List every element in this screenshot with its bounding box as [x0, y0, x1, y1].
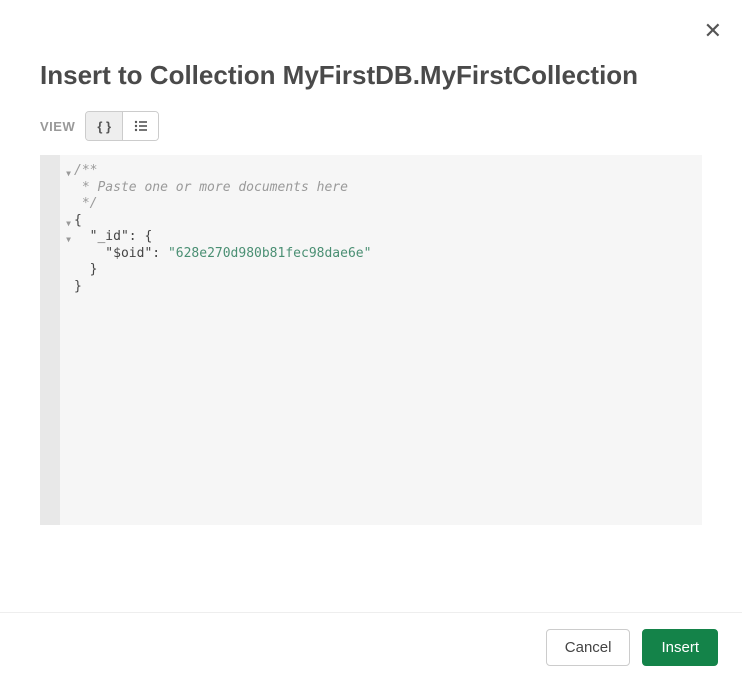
insert-button[interactable]: Insert — [642, 629, 718, 666]
close-icon: ✕ — [704, 18, 722, 43]
cancel-button[interactable]: Cancel — [546, 629, 631, 666]
modal-title: Insert to Collection MyFirstDB.MyFirstCo… — [40, 60, 702, 91]
braces-icon: { } — [97, 119, 111, 134]
editor-content: /** * Paste one or more documents here *… — [60, 155, 702, 295]
view-toggle-row: VIEW { } — [40, 111, 702, 141]
list-icon — [134, 119, 148, 133]
view-json-button[interactable]: { } — [86, 112, 122, 140]
close-button[interactable]: ✕ — [704, 20, 722, 42]
view-toggle-group: { } — [85, 111, 159, 141]
insert-modal: Insert to Collection MyFirstDB.MyFirstCo… — [0, 0, 742, 525]
editor-gutter: 1▼ 2 3 4▼ 5▼ 6 7 8 — [40, 163, 60, 295]
view-list-button[interactable] — [122, 112, 158, 140]
code-editor[interactable]: 1▼ 2 3 4▼ 5▼ 6 7 8 /** * Paste one or mo… — [40, 155, 702, 525]
modal-footer: Cancel Insert — [0, 612, 742, 682]
view-label: VIEW — [40, 119, 75, 134]
